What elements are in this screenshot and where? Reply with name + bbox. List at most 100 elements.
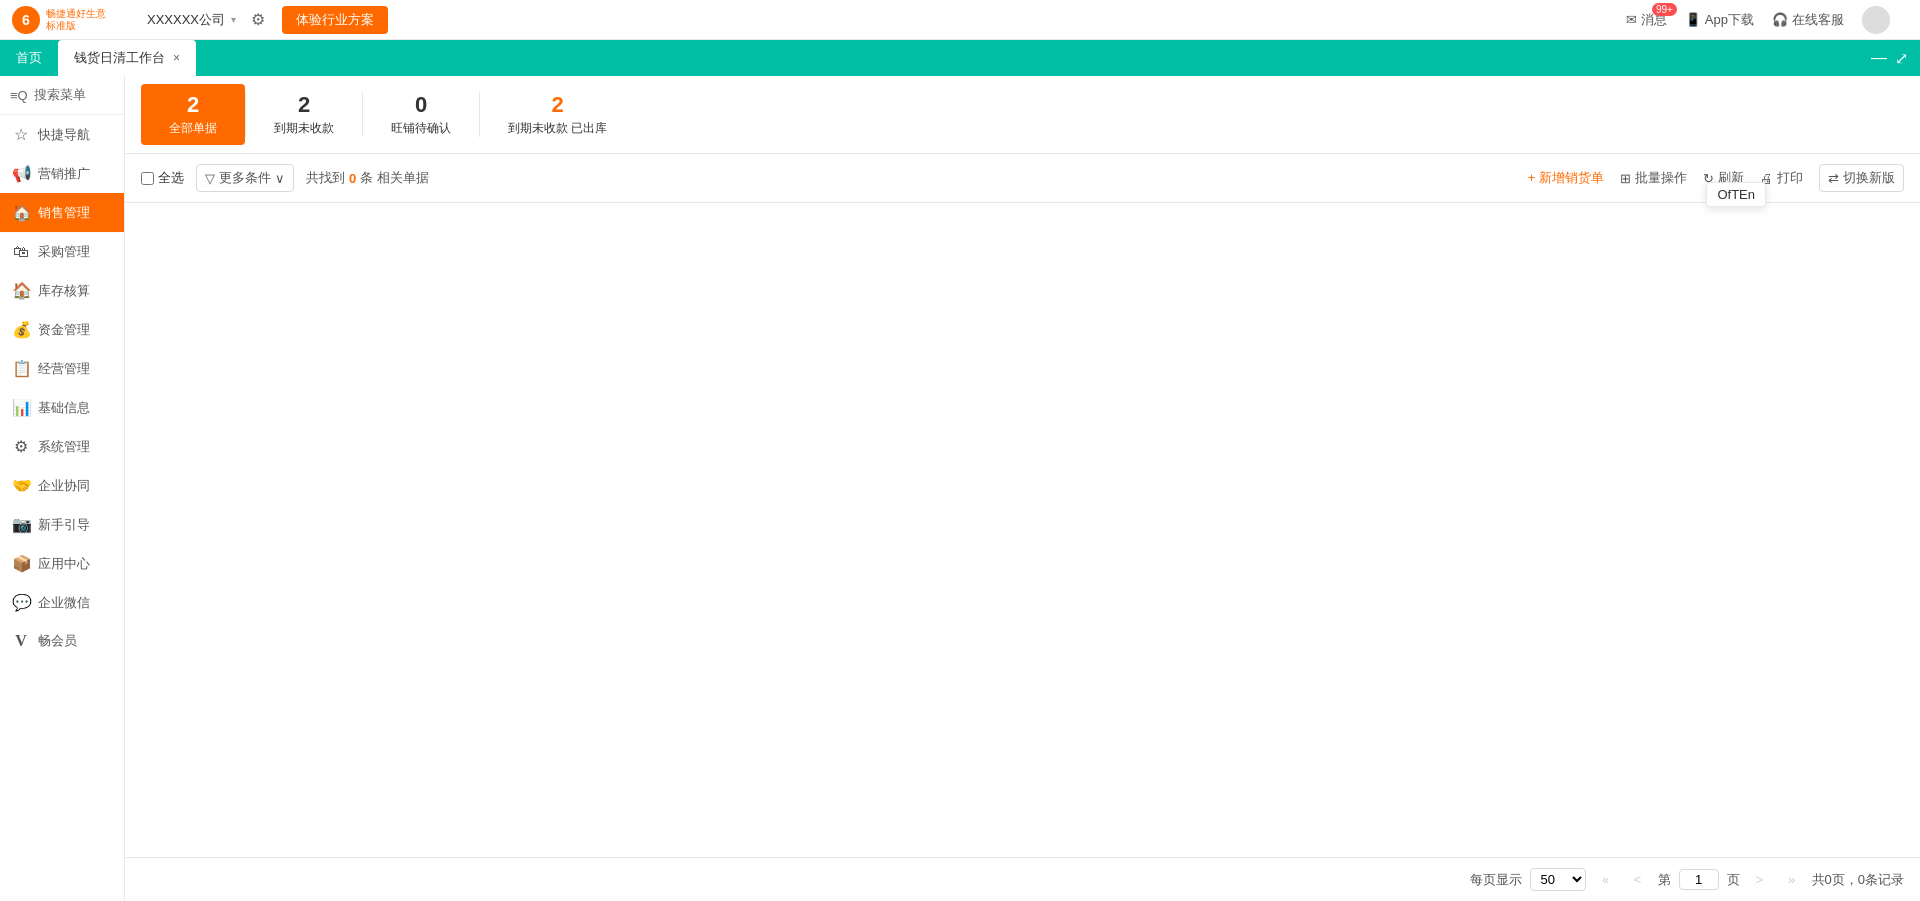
- summary-card-overdue[interactable]: 2 到期未收款: [246, 84, 362, 145]
- nav-tabs: 首页 钱货日清工作台 × — ⤢: [0, 40, 1920, 76]
- print-button[interactable]: 🖨 打印: [1760, 169, 1803, 187]
- guide-icon: 📷: [12, 515, 30, 534]
- sidebar-item-label: 采购管理: [38, 243, 90, 261]
- sidebar-item-label: 基础信息: [38, 399, 90, 417]
- cooperation-icon: 🤝: [12, 476, 30, 495]
- search-icon: ≡Q: [10, 88, 28, 103]
- sidebar-item-label: 营销推广: [38, 165, 90, 183]
- sidebar-item-marketing[interactable]: 📢 营销推广: [0, 154, 124, 193]
- app-download-label: App下载: [1705, 11, 1754, 29]
- sidebar-item-label: 经营管理: [38, 360, 90, 378]
- table-area: [125, 203, 1920, 857]
- filter-button[interactable]: ▽ 更多条件 ∨: [196, 164, 294, 192]
- found-prefix: 共找到: [306, 169, 345, 187]
- sidebar-search[interactable]: ≡Q 搜索菜单: [0, 76, 124, 115]
- tab-home-label: 首页: [16, 49, 42, 67]
- member-icon: V: [12, 632, 30, 650]
- settings-icon[interactable]: ⚙: [244, 6, 272, 34]
- sidebar-item-purchase[interactable]: 🛍 采购管理: [0, 233, 124, 271]
- app-center-icon: 📦: [12, 554, 30, 573]
- found-suffix: 相关单据: [377, 169, 429, 187]
- new-sale-button[interactable]: + 新增销货单: [1528, 169, 1604, 187]
- app-download-icon: 📱: [1685, 12, 1701, 27]
- quick-nav-icon: ☆: [12, 125, 30, 144]
- summary-card-overdue-shipped[interactable]: 2 到期未收款 已出库: [480, 84, 635, 145]
- experience-button[interactable]: 体验行业方案: [282, 6, 388, 34]
- sidebar-item-basic-info[interactable]: 📊 基础信息: [0, 388, 124, 427]
- batch-op-label: 批量操作: [1635, 169, 1687, 187]
- sidebar-item-label: 畅会员: [38, 632, 77, 650]
- sidebar-item-app-center[interactable]: 📦 应用中心: [0, 544, 124, 583]
- message-button[interactable]: ✉ 消息 99+: [1626, 11, 1667, 29]
- total-info: 共0页，0条记录: [1812, 871, 1904, 889]
- basic-info-icon: 📊: [12, 398, 30, 417]
- avatar[interactable]: [1862, 6, 1890, 34]
- summary-card-all-label: 全部单据: [169, 120, 217, 137]
- sidebar-item-finance[interactable]: 💰 资金管理: [0, 310, 124, 349]
- select-all-input[interactable]: [141, 172, 154, 185]
- logo-icon: 6: [12, 6, 40, 34]
- last-page-button[interactable]: »: [1780, 868, 1804, 892]
- sidebar-item-label: 销售管理: [38, 204, 90, 222]
- toolbar: 全选 ▽ 更多条件 ∨ 共找到 0 条 相关单据 + 新增销货单 ⊞ 批量操作: [125, 154, 1920, 203]
- page-size-label: 每页显示: [1470, 871, 1522, 889]
- pagination: 每页显示 50 10 20 100 « < 第 页 > » 共0页，0条记录: [125, 857, 1920, 901]
- switch-label: 切换新版: [1843, 169, 1895, 187]
- sidebar-item-label: 应用中心: [38, 555, 90, 573]
- switch-icon: ⇄: [1828, 171, 1839, 186]
- filter-chevron-icon: ∨: [275, 171, 285, 186]
- sidebar: ≡Q 搜索菜单 ☆ 快捷导航 📢 营销推广 🏠 销售管理 🛍 采购管理 🏠 库存…: [0, 76, 125, 901]
- online-service-button[interactable]: 🎧 在线客服: [1772, 11, 1844, 29]
- summary-card-wangpu[interactable]: 0 旺铺待确认: [363, 84, 479, 145]
- found-count: 0: [349, 171, 356, 186]
- online-service-label: 在线客服: [1792, 11, 1844, 29]
- sidebar-item-label: 系统管理: [38, 438, 90, 456]
- sidebar-item-member[interactable]: V 畅会员: [0, 622, 124, 660]
- logo-text: 畅捷通好生意 标准版: [46, 8, 106, 32]
- company-name: XXXXXX公司: [147, 11, 225, 29]
- main-layout: ≡Q 搜索菜单 ☆ 快捷导航 📢 营销推广 🏠 销售管理 🛍 采购管理 🏠 库存…: [0, 76, 1920, 901]
- finance-icon: 💰: [12, 320, 30, 339]
- summary-card-overdue-count: 2: [298, 92, 310, 118]
- summary-card-overdue-label: 到期未收款: [274, 120, 334, 137]
- sales-icon: 🏠: [12, 203, 30, 222]
- sidebar-item-sales[interactable]: 🏠 销售管理: [0, 193, 124, 233]
- summary-card-overdue-shipped-label: 到期未收款 已出库: [508, 120, 607, 137]
- top-header: 6 畅捷通好生意 标准版 XXXXXX公司 ▾ ⚙ 体验行业方案 ✉ 消息 99…: [0, 0, 1920, 40]
- sidebar-item-cooperation[interactable]: 🤝 企业协同: [0, 466, 124, 505]
- tab-home[interactable]: 首页: [0, 40, 58, 76]
- page-input[interactable]: [1679, 869, 1719, 890]
- summary-cards: 2 全部单据 2 到期未收款 0 旺铺待确认 2 到期未收款 已出库: [125, 76, 1920, 154]
- sidebar-item-label: 资金管理: [38, 321, 90, 339]
- tab-work-bench[interactable]: 钱货日清工作台 ×: [58, 40, 196, 76]
- company-selector[interactable]: XXXXXX公司 ▾: [147, 11, 236, 29]
- sidebar-item-operations[interactable]: 📋 经营管理: [0, 349, 124, 388]
- next-page-button[interactable]: >: [1748, 868, 1772, 892]
- batch-op-button[interactable]: ⊞ 批量操作: [1620, 169, 1687, 187]
- sidebar-item-system[interactable]: ⚙ 系统管理: [0, 427, 124, 466]
- first-page-button[interactable]: «: [1594, 868, 1618, 892]
- summary-card-all[interactable]: 2 全部单据: [141, 84, 245, 145]
- tab-close-icon[interactable]: ×: [173, 51, 180, 65]
- content-area: 2 全部单据 2 到期未收款 0 旺铺待确认 2 到期未收款 已出库: [125, 76, 1920, 901]
- sidebar-item-quick-nav[interactable]: ☆ 快捷导航: [0, 115, 124, 154]
- select-all-checkbox[interactable]: 全选: [141, 169, 184, 187]
- summary-card-wangpu-label: 旺铺待确认: [391, 120, 451, 137]
- prev-page-button[interactable]: <: [1626, 868, 1650, 892]
- page-size-select[interactable]: 50 10 20 100: [1530, 868, 1586, 891]
- sidebar-item-inventory[interactable]: 🏠 库存核算: [0, 271, 124, 310]
- print-label: 打印: [1777, 169, 1803, 187]
- sidebar-item-wechat[interactable]: 💬 企业微信: [0, 583, 124, 622]
- app-download-button[interactable]: 📱 App下载: [1685, 11, 1754, 29]
- sidebar-item-guide[interactable]: 📷 新手引导: [0, 505, 124, 544]
- switch-version-button[interactable]: ⇄ 切换新版: [1819, 164, 1904, 192]
- sidebar-item-label: 库存核算: [38, 282, 90, 300]
- filter-label: 更多条件: [219, 169, 271, 187]
- inventory-icon: 🏠: [12, 281, 30, 300]
- found-info: 共找到 0 条 相关单据: [306, 169, 429, 187]
- logo-area: 6 畅捷通好生意 标准版: [12, 6, 137, 34]
- tab-minimize-icon[interactable]: —: [1871, 49, 1887, 67]
- header-right: ✉ 消息 99+ 📱 App下载 🎧 在线客服: [1626, 6, 1908, 34]
- tab-maximize-icon[interactable]: ⤢: [1895, 49, 1908, 68]
- search-label: 搜索菜单: [34, 86, 86, 104]
